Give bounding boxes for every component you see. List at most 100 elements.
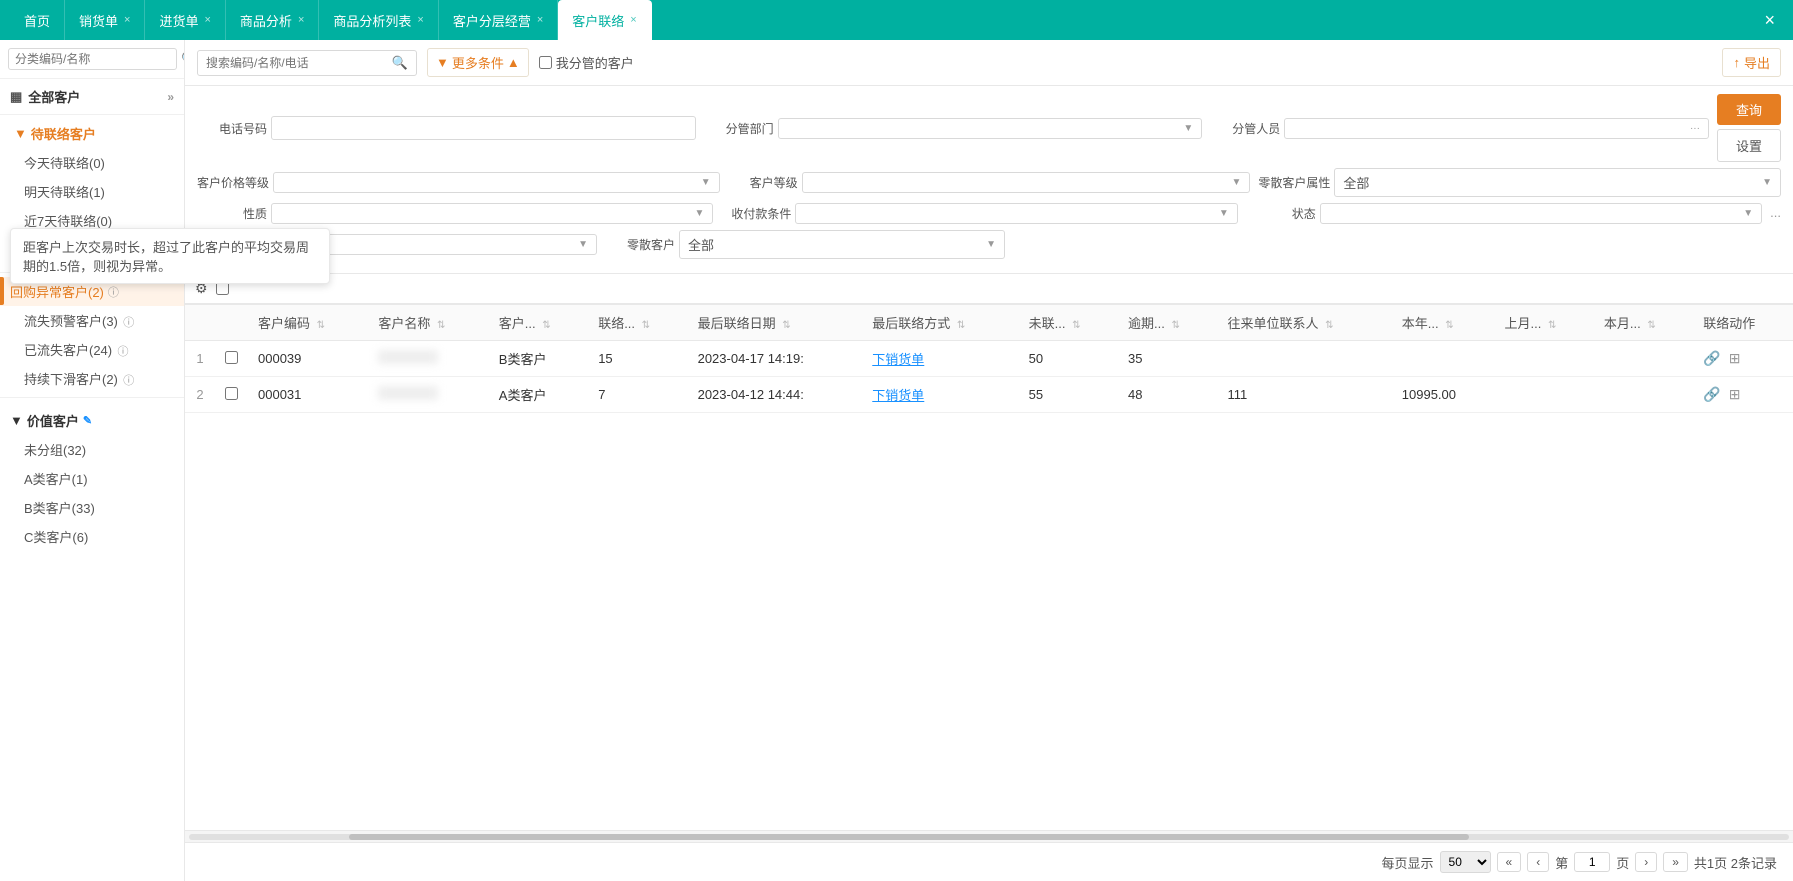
page-number-input[interactable] [1574, 852, 1610, 872]
sidebar-item-tomorrow[interactable]: 明天待联络(1) [0, 177, 184, 206]
pagination: 每页显示 50 20 100 « ‹ 第 页 › » 共1页 2条记录 [185, 842, 1793, 881]
action-link-icon[interactable]: 🔗 [1703, 386, 1720, 403]
close-analysis-list-tab[interactable]: × [417, 14, 423, 26]
prev-page-button[interactable]: ‹ [1527, 852, 1549, 872]
customer-tier-select[interactable]: ▼ [802, 172, 1251, 193]
row-last-month [1494, 341, 1593, 377]
row-last-contact-method: 下销货单 [862, 377, 1018, 413]
value-group-title[interactable]: ▼ 价值客户 ✎ [0, 406, 184, 435]
filter-grid: 电话号码 分管部门 ▼ 分管人员 ··· [185, 86, 1793, 274]
tab-purchase[interactable]: 进货单 × [145, 0, 225, 40]
status-filter: 状态 ▼ [1246, 203, 1762, 224]
tab-sales[interactable]: 销货单 × [65, 0, 145, 40]
close-customer-tier-tab[interactable]: × [537, 14, 543, 26]
sort-overdue-icon[interactable]: ⇅ [1172, 320, 1180, 331]
price-tier-select[interactable]: ▼ [273, 172, 720, 193]
per-page-select[interactable]: 50 20 100 [1440, 851, 1491, 873]
filter-bar: 🔍 ▼ 更多条件 ▲ 我分管的客户 ↑ 导出 [185, 40, 1793, 86]
person-select[interactable]: ··· [1284, 118, 1709, 139]
decline-info-icon[interactable]: ⓘ [123, 375, 134, 387]
payment-select[interactable]: ▼ [795, 203, 1237, 224]
sort-last-month-icon[interactable]: ⇅ [1548, 320, 1556, 331]
all-customers-section[interactable]: ▦ 全部客户 » [0, 79, 184, 115]
tab-customer-contact[interactable]: 客户联络 × [558, 0, 651, 40]
gender-select[interactable]: ▼ [271, 203, 713, 224]
payment-filter: 收付款条件 ▼ [721, 203, 1237, 224]
search-icon[interactable]: 🔍 [392, 55, 408, 71]
retail-attr-select[interactable]: 全部 ▼ [1334, 168, 1781, 197]
sidebar-item-today[interactable]: 今天待联络(0) [0, 148, 184, 177]
row-checkbox-1[interactable] [225, 387, 238, 400]
export-button[interactable]: ↑ 导出 [1722, 48, 1781, 77]
tab-home[interactable]: 首页 [10, 0, 65, 40]
window-close-button[interactable]: × [1756, 10, 1783, 31]
sort-type-icon[interactable]: ⇅ [542, 320, 550, 331]
horizontal-scrollbar[interactable] [185, 830, 1793, 842]
retail-filter: 零散客户 全部 ▼ [605, 230, 1005, 259]
sort-this-year-icon[interactable]: ⇅ [1445, 320, 1453, 331]
sidebar-item-lost-preview[interactable]: 流失预警客户(3) ⓘ [0, 306, 184, 335]
action-link-icon[interactable]: 🔗 [1703, 350, 1720, 367]
status-select[interactable]: ▼ [1320, 203, 1762, 224]
filter-row-4: 客户类型 ▼ 零散客户 全部 ▼ [197, 230, 1781, 259]
sort-contact-icon[interactable]: ⇅ [642, 320, 650, 331]
row-name [368, 377, 488, 413]
row-method-link[interactable]: 下销货单 [872, 388, 924, 403]
settings-button[interactable]: 设置 [1717, 129, 1781, 162]
close-analysis-tab[interactable]: × [298, 14, 304, 26]
scrollbar-track [189, 834, 1789, 840]
phone-input[interactable] [271, 116, 696, 140]
more-conditions-button[interactable]: ▼ 更多条件 ▲ [427, 48, 529, 77]
query-button[interactable]: 查询 [1717, 94, 1781, 125]
dept-select[interactable]: ▼ [778, 118, 1203, 139]
row-last-contact-date: 2023-04-12 14:44: [688, 377, 863, 413]
sidebar-item-class-a[interactable]: A类客户(1) [0, 464, 184, 493]
row-this-month [1594, 377, 1693, 413]
close-customer-contact-tab[interactable]: × [630, 14, 636, 26]
row-method-link[interactable]: 下销货单 [872, 352, 924, 367]
filter-buttons: 查询 设置 [1717, 94, 1781, 162]
sidebar-item-class-c[interactable]: C类客户(6) [0, 522, 184, 551]
sort-last-date-icon[interactable]: ⇅ [782, 320, 790, 331]
sidebar-item-already-lost[interactable]: 已流失客户(24) ⓘ [0, 335, 184, 364]
row-type: A类客户 [489, 377, 588, 413]
tab-analysis-list[interactable]: 商品分析列表 × [319, 0, 438, 40]
tab-customer-tier[interactable]: 客户分层经营 × [439, 0, 558, 40]
more-filter-dots[interactable]: ... [1770, 205, 1781, 220]
sidebar-item-continuous-decline[interactable]: 持续下滑客户(2) ⓘ [0, 364, 184, 393]
sort-uncontacted-icon[interactable]: ⇅ [1072, 320, 1080, 331]
lost-preview-info-icon[interactable]: ⓘ [123, 317, 134, 329]
first-page-button[interactable]: « [1497, 852, 1522, 872]
scrollbar-thumb[interactable] [349, 834, 1469, 840]
close-sales-tab[interactable]: × [124, 14, 130, 26]
sort-code-icon[interactable]: ⇅ [317, 320, 325, 331]
row-this-year [1392, 341, 1495, 377]
sort-last-method-icon[interactable]: ⇅ [957, 320, 965, 331]
customer-tier-arrow: ▼ [1231, 177, 1241, 188]
sidebar-item-ungrouped[interactable]: 未分组(32) [0, 435, 184, 464]
close-purchase-tab[interactable]: × [204, 14, 210, 26]
content-area: 距客户上次交易时长，超过了此客户的平均交易周期的1.5倍，则视为异常。 🔍 ▼ … [185, 40, 1793, 881]
action-more-icon[interactable]: ⊞ [1729, 386, 1741, 403]
export-icon: ↑ [1733, 55, 1740, 70]
row-checkbox-0[interactable] [225, 351, 238, 364]
anomaly-info-icon[interactable]: ⓘ [108, 284, 119, 300]
search-input[interactable] [206, 56, 388, 70]
filter-icon: ▼ [436, 55, 449, 70]
col-type: 客户... ⇅ [489, 305, 588, 341]
pending-group-title[interactable]: ▼ 待联络客户 [0, 119, 184, 148]
retail-select[interactable]: 全部 ▼ [679, 230, 1005, 259]
action-more-icon[interactable]: ⊞ [1729, 350, 1741, 367]
edit-value-icon[interactable]: ✎ [83, 414, 92, 427]
row-name [368, 341, 488, 377]
tab-analysis[interactable]: 商品分析 × [226, 0, 319, 40]
sort-unit-contact-icon[interactable]: ⇅ [1325, 320, 1333, 331]
sort-this-month-icon[interactable]: ⇅ [1647, 320, 1655, 331]
sort-name-icon[interactable]: ⇅ [437, 320, 445, 331]
sidebar-item-class-b[interactable]: B类客户(33) [0, 493, 184, 522]
sidebar-search-input[interactable] [8, 48, 177, 70]
next-page-button[interactable]: › [1635, 852, 1657, 872]
my-customer-checkbox[interactable] [539, 56, 552, 69]
last-page-button[interactable]: » [1663, 852, 1688, 872]
already-lost-info-icon[interactable]: ⓘ [117, 346, 128, 358]
